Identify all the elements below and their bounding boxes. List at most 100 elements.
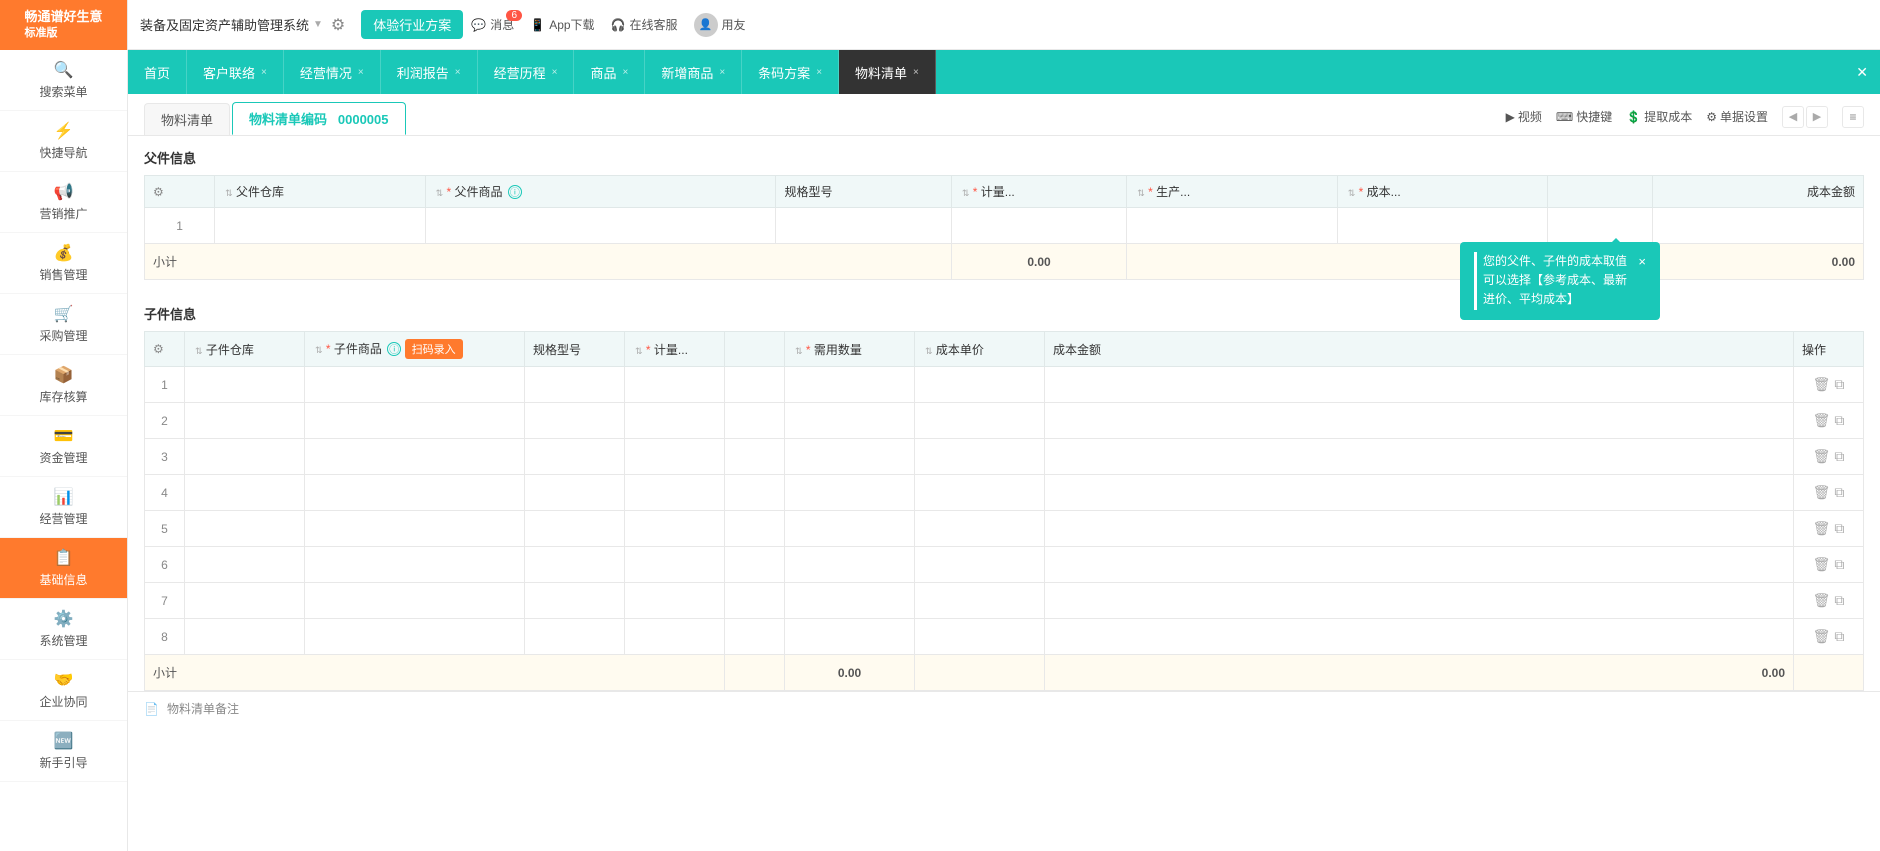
nav-tab-barcode[interactable]: 条码方案× [742, 50, 839, 94]
delete-icon-6[interactable]: 🗑 [1813, 556, 1831, 573]
copy-icon-6[interactable]: ⧉ [1834, 556, 1844, 573]
child-cell-needed-qty-5[interactable] [785, 511, 915, 547]
child-cell-spec-3[interactable] [525, 439, 625, 475]
service-button[interactable]: 🎧 在线客服 [611, 16, 678, 33]
parent-cell-production-1[interactable] [1127, 208, 1337, 244]
child-cell-cost-unit-4[interactable] [915, 475, 1045, 511]
child-cell-needed-qty-2[interactable] [785, 403, 915, 439]
child-cell-qty-unit-2[interactable] [625, 403, 725, 439]
child-cell-warehouse-5[interactable] [185, 511, 305, 547]
sidebar-item-sales[interactable]: 💰销售管理 [0, 233, 127, 294]
child-cell-product-7[interactable] [305, 583, 525, 619]
child-cell-spec-5[interactable] [525, 511, 625, 547]
topbar-gear-icon[interactable]: ⚙ [331, 15, 345, 35]
delete-icon-5[interactable]: 🗑 [1813, 520, 1831, 537]
child-cell-qty-unit-3[interactable] [625, 439, 725, 475]
tooltip-close-button[interactable]: × [1638, 252, 1646, 273]
child-cell-product-2[interactable] [305, 403, 525, 439]
child-cell-product-4[interactable] [305, 475, 525, 511]
child-cell-qty-unit-4[interactable] [625, 475, 725, 511]
nav-tab-profit[interactable]: 利润报告× [381, 50, 478, 94]
prev-arrow-button[interactable]: ◀ [1782, 106, 1804, 128]
nav-tab-product[interactable]: 商品× [574, 50, 645, 94]
list-view-button[interactable]: ≡ [1842, 106, 1864, 128]
child-cell-warehouse-4[interactable] [185, 475, 305, 511]
tab-close-profit[interactable]: × [455, 67, 461, 78]
user-button[interactable]: 👤 用友 [694, 13, 746, 37]
single-settings-button[interactable]: ⚙ 单据设置 [1706, 108, 1768, 125]
child-cell-needed-qty-3[interactable] [785, 439, 915, 475]
child-cell-warehouse-7[interactable] [185, 583, 305, 619]
nav-tab-operation-status[interactable]: 经营情况× [284, 50, 381, 94]
child-cell-product-6[interactable] [305, 547, 525, 583]
child-cell-cost-unit-2[interactable] [915, 403, 1045, 439]
child-cell-qty-unit-8[interactable] [625, 619, 725, 655]
close-all-tabs-button[interactable]: ✕ [1844, 64, 1880, 81]
sidebar-item-basic[interactable]: 📋基础信息 [0, 538, 127, 599]
child-cell-spec-2[interactable] [525, 403, 625, 439]
sidebar-item-enterprise[interactable]: 🤝企业协同 [0, 660, 127, 721]
delete-icon-2[interactable]: 🗑 [1813, 412, 1831, 429]
delete-icon-3[interactable]: 🗑 [1813, 448, 1831, 465]
parent-cell-cost-1[interactable] [1337, 208, 1547, 244]
copy-icon-7[interactable]: ⧉ [1834, 592, 1844, 609]
child-cell-qty-unit-6[interactable] [625, 547, 725, 583]
delete-icon-8[interactable]: 🗑 [1813, 628, 1831, 645]
child-cell-warehouse-1[interactable] [185, 367, 305, 403]
copy-icon-2[interactable]: ⧉ [1834, 412, 1844, 429]
child-cell-spec-7[interactable] [525, 583, 625, 619]
sidebar-item-quick-nav[interactable]: ⚡快捷导航 [0, 111, 127, 172]
sub-tab-edit[interactable]: 物料清单编码 0000005 [232, 102, 405, 135]
child-cell-cost-unit-6[interactable] [915, 547, 1045, 583]
child-cell-product-5[interactable] [305, 511, 525, 547]
child-cell-warehouse-2[interactable] [185, 403, 305, 439]
child-cell-spec-1[interactable] [525, 367, 625, 403]
child-cell-product-1[interactable] [305, 367, 525, 403]
copy-icon-3[interactable]: ⧉ [1834, 448, 1844, 465]
child-cell-qty-unit-1[interactable] [625, 367, 725, 403]
child-cell-product-3[interactable] [305, 439, 525, 475]
child-cell-qty-unit-7[interactable] [625, 583, 725, 619]
child-cell-spec-6[interactable] [525, 547, 625, 583]
copy-icon-8[interactable]: ⧉ [1834, 628, 1844, 645]
child-cell-needed-qty-7[interactable] [785, 583, 915, 619]
copy-icon-1[interactable]: ⧉ [1834, 376, 1844, 393]
delete-icon-4[interactable]: 🗑 [1813, 484, 1831, 501]
sidebar-item-marketing[interactable]: 📢营销推广 [0, 172, 127, 233]
nav-tab-customer[interactable]: 客户联络× [187, 50, 284, 94]
delete-icon-7[interactable]: 🗑 [1813, 592, 1831, 609]
scan-btn[interactable]: 扫码录入 [405, 339, 463, 359]
extract-cost-button[interactable]: 💲 提取成本 [1626, 108, 1692, 125]
child-cell-spec-8[interactable] [525, 619, 625, 655]
video-button[interactable]: ▶ 视频 [1506, 108, 1542, 125]
tab-close-operation-status[interactable]: × [358, 67, 364, 78]
next-arrow-button[interactable]: ▶ [1806, 106, 1828, 128]
parent-cell-product-1[interactable] [425, 208, 776, 244]
app-download-button[interactable]: 📱 App下载 [530, 16, 594, 33]
child-cell-needed-qty-6[interactable] [785, 547, 915, 583]
tab-close-barcode[interactable]: × [816, 67, 822, 78]
tab-close-bom[interactable]: × [913, 67, 919, 78]
child-cell-spec-4[interactable] [525, 475, 625, 511]
parent-cell-spec-1[interactable] [776, 208, 951, 244]
sub-tab-list[interactable]: 物料清单 [144, 103, 230, 135]
parent-cell-warehouse-1[interactable] [215, 208, 425, 244]
child-cell-warehouse-3[interactable] [185, 439, 305, 475]
child-cell-cost-unit-7[interactable] [915, 583, 1045, 619]
nav-tab-home[interactable]: 首页 [128, 50, 187, 94]
system-selector[interactable]: 装备及固定资产辅助管理系统 ▼ [140, 15, 323, 34]
child-cell-needed-qty-4[interactable] [785, 475, 915, 511]
nav-tab-add-product[interactable]: 新增商品× [645, 50, 742, 94]
trial-button[interactable]: 体验行业方案 [361, 10, 463, 39]
shortcut-button[interactable]: ⌨ 快捷键 [1556, 108, 1612, 125]
child-cell-product-8[interactable] [305, 619, 525, 655]
tab-close-product[interactable]: × [622, 67, 628, 78]
nav-tab-bom[interactable]: 物料清单× [839, 50, 936, 94]
child-cell-cost-unit-8[interactable] [915, 619, 1045, 655]
sidebar-item-search[interactable]: 🔍搜索菜单 [0, 50, 127, 111]
parent-cell-qty-1[interactable] [951, 208, 1126, 244]
tab-close-history[interactable]: × [552, 67, 558, 78]
child-cell-warehouse-8[interactable] [185, 619, 305, 655]
nav-tab-history[interactable]: 经营历程× [478, 50, 575, 94]
sidebar-item-guide[interactable]: 🆕新手引导 [0, 721, 127, 782]
